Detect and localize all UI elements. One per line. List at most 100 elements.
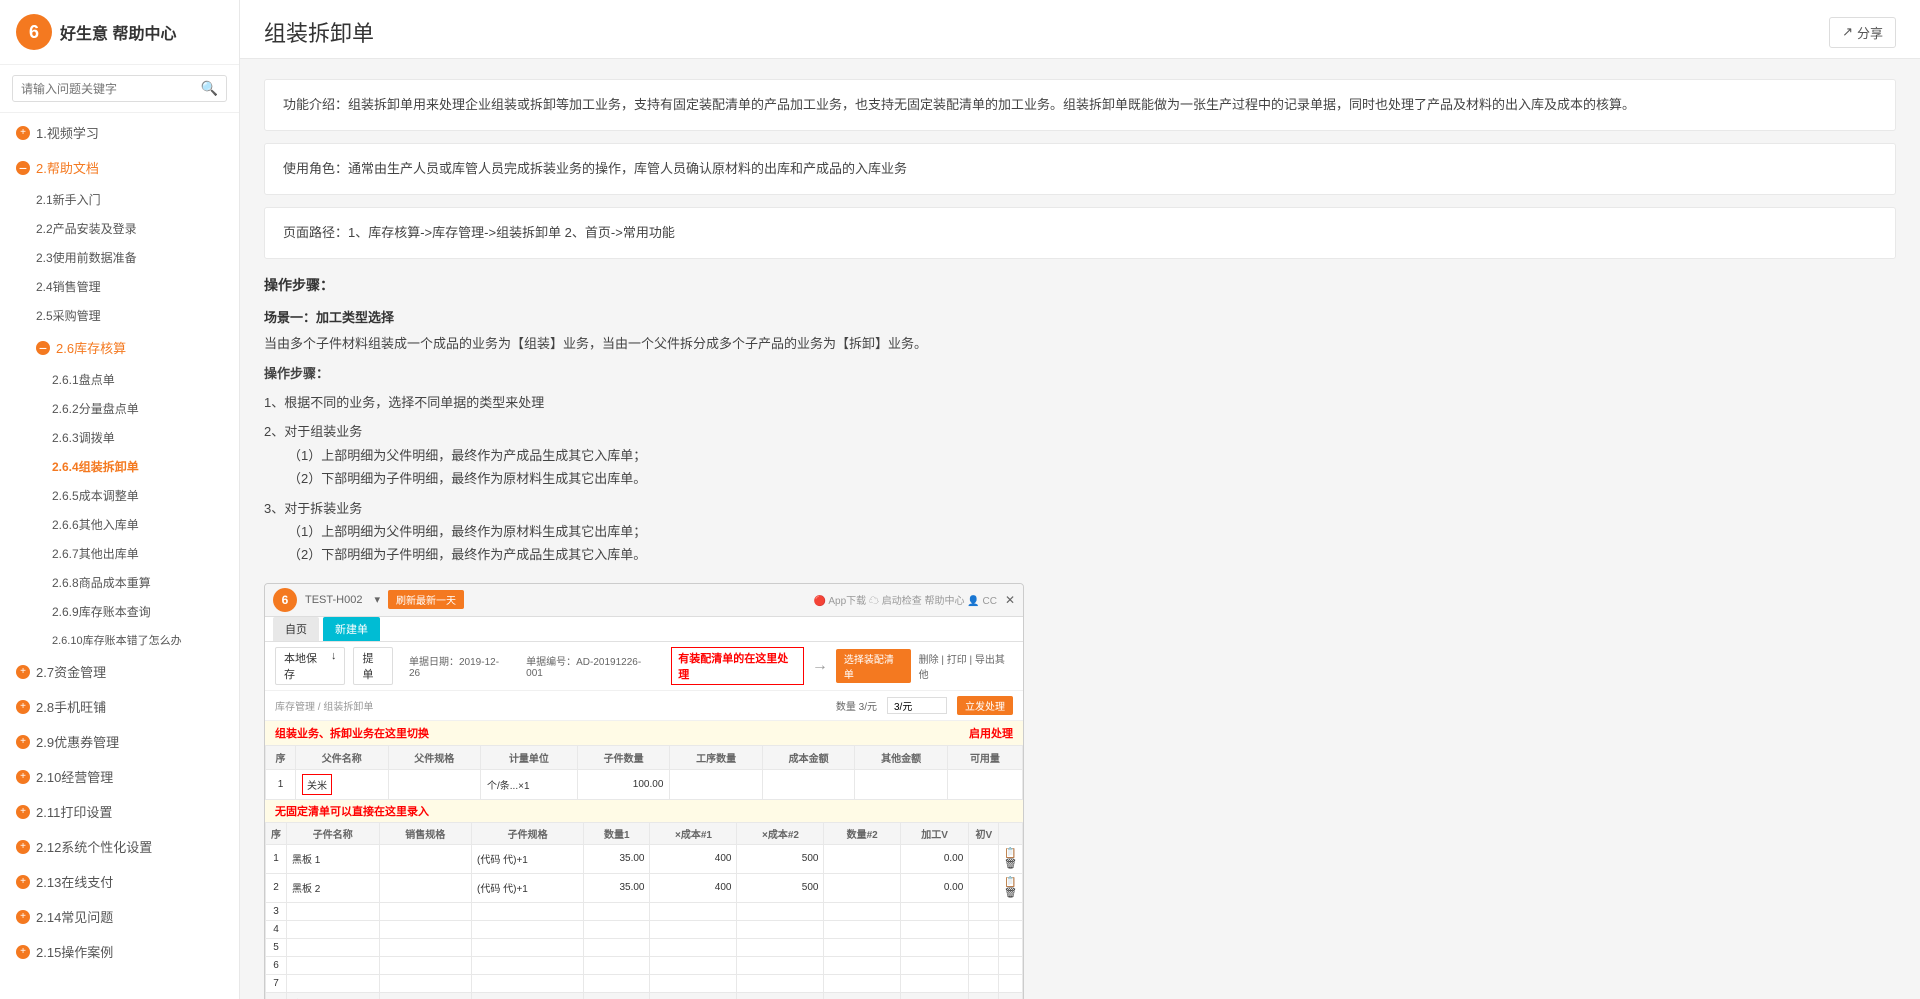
mock-form-type-row: 库存管理 / 组装拆卸单 数量 3/元 立发处理 [265, 691, 1023, 721]
sidebar-item-label-2-11: 2.11打印设置 [36, 802, 112, 821]
plus-icon-2-15: + [16, 945, 30, 959]
mock-processing-label: 有装配清单的在这里处理 [671, 647, 804, 685]
mock-bar-id: TEST-H002 [305, 594, 362, 606]
sidebar-item-label-2-7: 2.7资金管理 [36, 662, 106, 681]
table-row: 7 [266, 974, 1023, 992]
mock-tabs: 自页 新建单 [265, 617, 1023, 642]
ops-steps-title: 操作步骤： [264, 362, 1896, 385]
mock-upper-table: 序 父件名称 父件规格 计量单位 子件数量 工序数量 成本金额 其他金额 可用量 [265, 745, 1023, 800]
sidebar-item-2-6-8[interactable]: 2.6.8商品成本重算 [0, 568, 239, 597]
sidebar-item-2-1[interactable]: 2.1新手入门 [0, 185, 239, 214]
mock-th-process-qty: 工序数量 [670, 745, 763, 769]
mock-btn-submit[interactable]: 提单 [353, 647, 393, 685]
table-row: 5 [266, 938, 1023, 956]
path-text: 页面路径：1、库存核算->库存管理->组装拆卸单 2、首页->常用功能 [283, 225, 675, 240]
mock-tab-home[interactable]: 自页 [273, 617, 319, 641]
step3-2: （2）下部明细为子件明细，最终作为产成品生成其它入库单。 [288, 543, 1896, 566]
sidebar-item-2-3[interactable]: 2.3使用前数据准备 [0, 243, 239, 272]
sidebar-item-2-6-7[interactable]: 2.6.7其他出库单 [0, 539, 239, 568]
sidebar-item-2-5[interactable]: 2.5采购管理 [0, 301, 239, 330]
mock-new-btn: 刷新最新一天 [388, 590, 464, 609]
sidebar-item-2-6-4[interactable]: 2.6.4组装拆卸单 [0, 452, 239, 481]
mock-ops-icons: 删除 | 打印 | 导出其他 [919, 651, 1013, 681]
mock-sub-breadcrumb: 库存管理 / 组装拆卸单 [275, 698, 373, 713]
minus-icon-help: − [16, 161, 30, 175]
content-header: 组装拆卸单 ↗ 分享 [240, 0, 1920, 59]
sidebar-item-2-11[interactable]: + 2.11打印设置 [0, 794, 239, 829]
nav-section: + 1.视频学习 − 2.帮助文档 2.1新手入门 2.2产品安装及登录 2.3… [0, 113, 239, 971]
sidebar-item-2-2[interactable]: 2.2产品安装及登录 [0, 214, 239, 243]
sidebar-item-2-6[interactable]: − 2.6库存核算 [0, 330, 239, 365]
plus-icon-2-12: + [16, 840, 30, 854]
table-row: 1 关米 个/条...×1 100.00 [266, 769, 1023, 799]
sidebar-item-2-10[interactable]: + 2.10经营管理 [0, 759, 239, 794]
sidebar-item-label-2-15: 2.15操作案例 [36, 942, 113, 961]
plus-icon-2-9: + [16, 735, 30, 749]
table-row: 4 [266, 920, 1023, 938]
plus-icon-2-13: + [16, 875, 30, 889]
mock-annotation-row: 组装业务、拆卸业务在这里切换 启用处理 [265, 721, 1023, 745]
sidebar-item-2-6-6[interactable]: 2.6.6其他入库单 [0, 510, 239, 539]
step2-1: （1）上部明细为父件明细，最终作为产成品生成其它入库单； [288, 444, 1896, 467]
mock-field-date: 单据日期：2019-12-26 [409, 653, 508, 679]
mock-qty-input[interactable] [887, 697, 947, 714]
sidebar-item-2-6-3[interactable]: 2.6.3调拨单 [0, 423, 239, 452]
sidebar-item-label-2-6: 2.6库存核算 [56, 338, 126, 357]
scene1-intro: 当由多个子件材料组装成一个成品的业务为【组装】业务，当由一个父件拆分成多个子产品… [264, 332, 1896, 355]
sidebar-item-2-7[interactable]: + 2.7资金管理 [0, 654, 239, 689]
sidebar-item-2-6-10[interactable]: 2.6.10库存账本错了怎么办 [0, 626, 239, 654]
plus-icon-2-7: + [16, 665, 30, 679]
plus-icon-videos: + [16, 126, 30, 140]
mock-th-unit: 计量单位 [481, 745, 578, 769]
sidebar-item-2-6-9[interactable]: 2.6.9库存账本查询 [0, 597, 239, 626]
mock-right-icons: 🔴 App下载 ☁ 启动检查 帮助中心 👤 CC [814, 592, 997, 607]
sidebar-item-2-15[interactable]: + 2.15操作案例 [0, 934, 239, 969]
role-text: 使用角色：通常由生产人员或库管人员完成拆装业务的操作，库管人员确认原材料的出库和… [283, 161, 907, 176]
sidebar-item-2-9[interactable]: + 2.9优惠券管理 [0, 724, 239, 759]
ops-title: 操作步骤： [264, 275, 1896, 295]
sidebar-item-label-2-14: 2.14常见问题 [36, 907, 113, 926]
share-label: 分享 [1857, 23, 1883, 42]
mock-btn-save[interactable]: 本地保存↓ [275, 647, 345, 685]
sidebar-item-2-14[interactable]: + 2.14常见问题 [0, 899, 239, 934]
sidebar-item-2-12[interactable]: + 2.12系统个性化设置 [0, 829, 239, 864]
mock-annotation3-row: 无固定清单可以直接在这里录入 [265, 800, 1023, 822]
mock-th-other: 其他金额 [855, 745, 948, 769]
mock-btn-select-bom[interactable]: 选择装配清单 [836, 649, 911, 683]
logo-area: 6 好生意 帮助中心 [0, 0, 239, 65]
step1: 1、根据不同的业务，选择不同单据的类型来处理 [264, 391, 1896, 414]
sidebar-item-2-4[interactable]: 2.4销售管理 [0, 272, 239, 301]
mock-th-seq: 序 [266, 745, 296, 769]
mock-th-parent-spec: 父件规格 [388, 745, 481, 769]
mock-th-avail: 可用量 [947, 745, 1022, 769]
sidebar-item-2-8[interactable]: + 2.8手机旺铺 [0, 689, 239, 724]
table-row: 1 黑板 1 (代码 代)+1 35.00 400 500 0.00 📋 🗑 [266, 844, 1023, 873]
mock-dropdown-icon: ▾ [374, 593, 380, 606]
main-content: 组装拆卸单 ↗ 分享 功能介绍：组装拆卸单用来处理企业组装或拆卸等加工业务，支持… [240, 0, 1920, 999]
mock-annotation3: 无固定清单可以直接在这里录入 [275, 806, 429, 818]
logo-icon: 6 [16, 14, 52, 50]
mock-close-icon[interactable]: ✕ [1005, 593, 1015, 607]
intro-text: 功能介绍：组装拆卸单用来处理企业组装或拆卸等加工业务，支持有固定装配清单的产品加… [283, 97, 1635, 112]
table-row: 6 [266, 956, 1023, 974]
mock-tab-new[interactable]: 新建单 [323, 617, 380, 641]
content-body: 功能介绍：组装拆卸单用来处理企业组装或拆卸等加工业务，支持有固定装配清单的产品加… [240, 59, 1920, 999]
search-area: 🔍 [0, 65, 239, 113]
mock-field-id: 单据编号：AD-20191226-001 [526, 653, 655, 679]
share-button[interactable]: ↗ 分享 [1829, 17, 1896, 48]
intro-block: 功能介绍：组装拆卸单用来处理企业组装或拆卸等加工业务，支持有固定装配清单的产品加… [264, 79, 1896, 131]
search-input[interactable] [21, 82, 201, 96]
mock-btn-process[interactable]: 立发处理 [957, 696, 1013, 715]
sidebar-item-2-13[interactable]: + 2.13在线支付 [0, 864, 239, 899]
plus-icon-2-14: + [16, 910, 30, 924]
search-icon[interactable]: 🔍 [201, 80, 218, 97]
table-row: 2 黑板 2 (代码 代)+1 35.00 400 500 0.00 📋 🗑 [266, 873, 1023, 902]
sidebar-item-2-6-1[interactable]: 2.6.1盘点单 [0, 365, 239, 394]
sidebar-item-videos[interactable]: + 1.视频学习 [0, 115, 239, 150]
sidebar-item-2-6-2[interactable]: 2.6.2分量盘点单 [0, 394, 239, 423]
sidebar: 6 好生意 帮助中心 🔍 + 1.视频学习 − 2.帮助文档 2.1新手入门 2… [0, 0, 240, 999]
sidebar-item-help-docs[interactable]: − 2.帮助文档 [0, 150, 239, 185]
sidebar-item-label-2-10: 2.10经营管理 [36, 767, 113, 786]
sidebar-item-2-6-5[interactable]: 2.6.5成本调整单 [0, 481, 239, 510]
logo-text: 好生意 帮助中心 [60, 20, 176, 44]
